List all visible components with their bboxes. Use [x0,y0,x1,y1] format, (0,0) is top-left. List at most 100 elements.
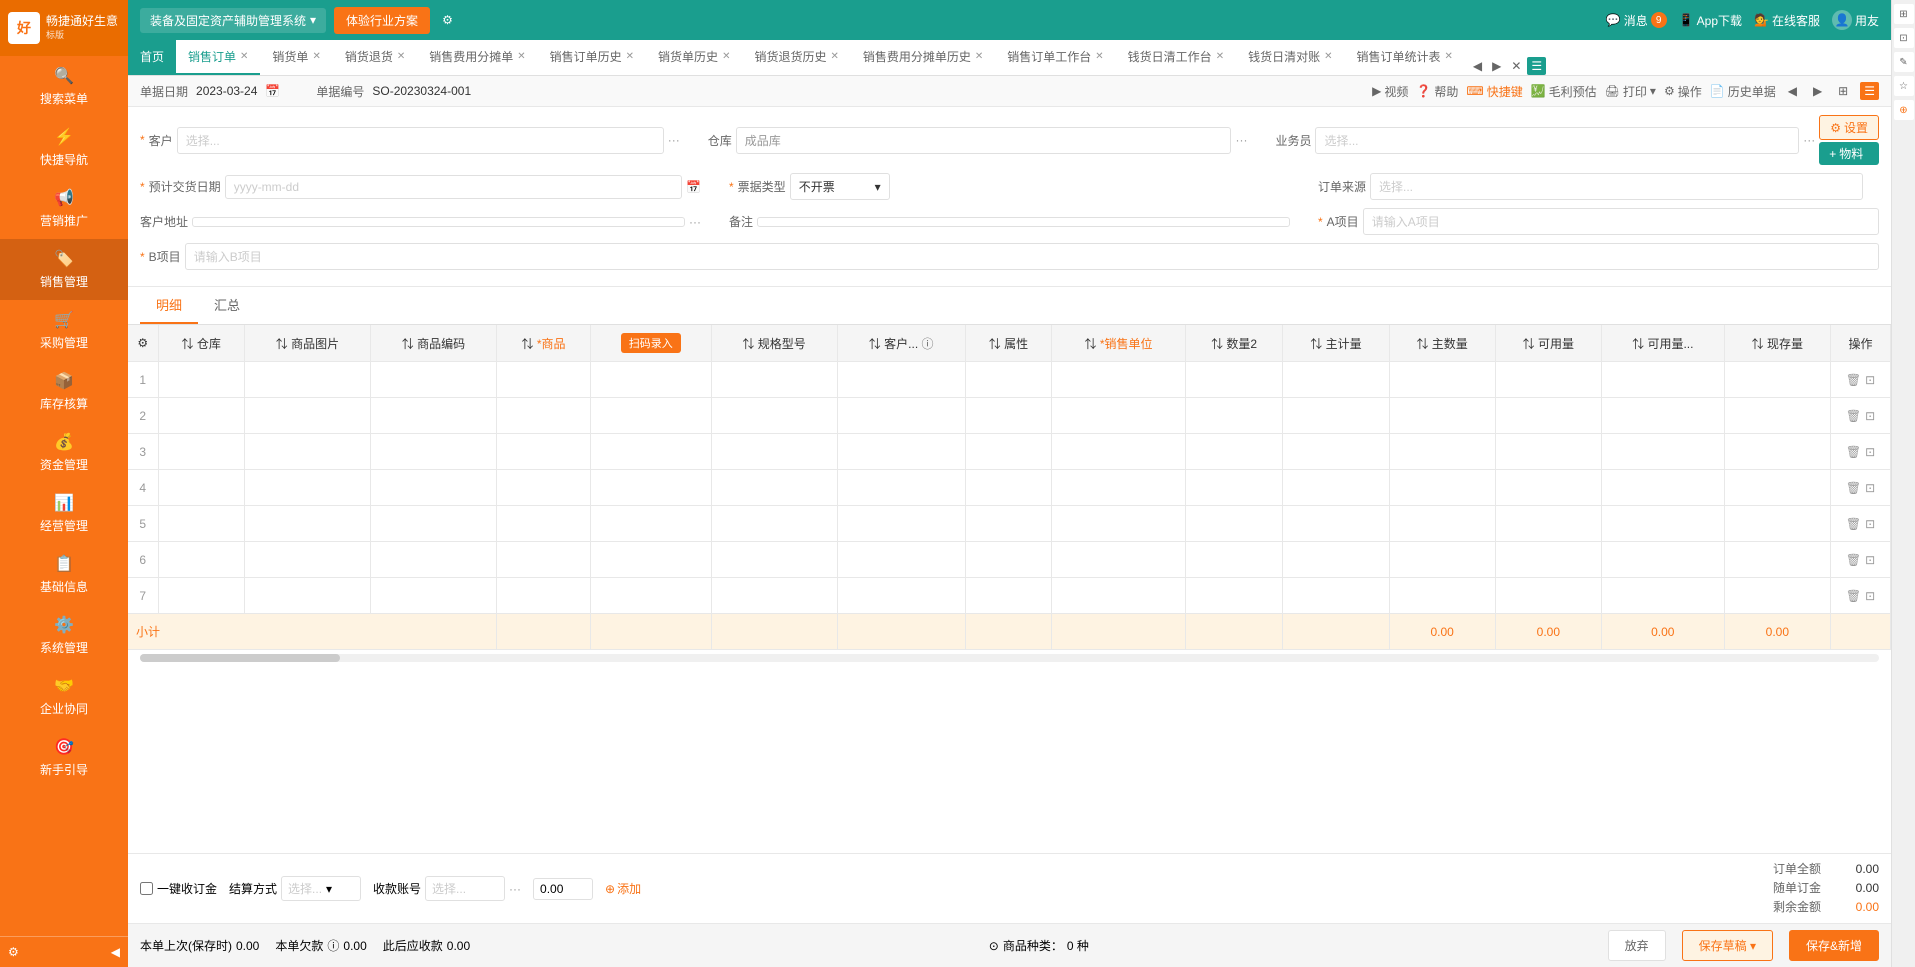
row-warehouse[interactable] [158,578,244,614]
row-qty2[interactable] [1185,362,1282,398]
collapse-icon[interactable]: ◀ [111,945,120,959]
payment-method-input[interactable]: 选择... ▾ [281,876,361,901]
delete-icon[interactable]: 🗑 [1846,409,1861,423]
right-panel-btn-4[interactable]: ☆ [1894,76,1914,96]
row-main-qty[interactable] [1389,362,1495,398]
row-spec[interactable] [711,470,837,506]
row-image[interactable] [244,398,370,434]
row-customer-code[interactable] [837,542,965,578]
order-source-input[interactable]: 选择... [1370,173,1863,200]
row-main-unit[interactable] [1283,434,1389,470]
copy-icon[interactable]: ⊡ [1865,517,1875,531]
salesman-input[interactable]: 选择... [1315,127,1799,154]
sidebar-item-system[interactable]: ⚙️ 系统管理 [0,605,128,666]
row-stock[interactable] [1724,398,1830,434]
scan-btn[interactable]: 扫码录入 [621,333,681,353]
row-available2[interactable] [1601,434,1724,470]
row-spec[interactable] [711,362,837,398]
row-qty2[interactable] [1185,506,1282,542]
row-available2[interactable] [1601,542,1724,578]
row-available2[interactable] [1601,470,1724,506]
row-stock[interactable] [1724,362,1830,398]
row-code[interactable] [370,470,496,506]
row-stock[interactable] [1724,542,1830,578]
tab-menu-icon[interactable]: ☰ [1527,57,1546,75]
sidebar-item-marketing[interactable]: 📢 营销推广 [0,178,128,239]
row-customer-code[interactable] [837,398,965,434]
tab-close-icon[interactable]: ✕ [1445,51,1453,62]
copy-icon[interactable]: ⊡ [1865,373,1875,387]
copy-icon[interactable]: ⊡ [1865,553,1875,567]
row-unit[interactable] [1052,470,1186,506]
row-available[interactable] [1495,362,1601,398]
remark-input[interactable] [757,217,1290,227]
one-click-checkbox[interactable]: 一键收订金 [140,880,217,897]
row-warehouse[interactable] [158,398,244,434]
tab-close-icon[interactable]: ✕ [830,51,838,62]
row-code[interactable] [370,398,496,434]
row-customer-code[interactable] [837,434,965,470]
shortcut-btn[interactable]: ⌨ 快捷键 [1466,83,1522,100]
tab-sales-workbench[interactable]: 销售订单工作台 ✕ [995,40,1115,75]
tab-close-icon[interactable]: ✕ [312,51,320,62]
row-product[interactable] [496,362,590,398]
row-unit[interactable] [1052,398,1186,434]
settings-gear-icon[interactable]: ⚙ [442,13,453,27]
a-project-input[interactable]: 请输入A项目 [1363,208,1879,235]
row-spec[interactable] [711,542,837,578]
row-product[interactable] [496,506,590,542]
tab-close-icon[interactable]: ✕ [975,51,983,62]
row-available[interactable] [1495,542,1601,578]
row-image[interactable] [244,434,370,470]
sidebar-item-sales[interactable]: 🏷️ 销售管理 [0,239,128,300]
delete-icon[interactable]: 🗑 [1846,517,1861,531]
row-stock[interactable] [1724,578,1830,614]
row-customer-code[interactable] [837,362,965,398]
row-attribute[interactable] [965,434,1051,470]
row-warehouse[interactable] [158,434,244,470]
row-unit[interactable] [1052,362,1186,398]
salesman-more-icon[interactable]: ··· [1803,133,1815,147]
row-warehouse[interactable] [158,470,244,506]
row-qty2[interactable] [1185,542,1282,578]
row-image[interactable] [244,578,370,614]
row-code[interactable] [370,506,496,542]
row-available2[interactable] [1601,362,1724,398]
b-project-input[interactable]: 请输入B项目 [185,243,1879,270]
col-scan[interactable]: 扫码录入 [591,325,711,362]
row-warehouse[interactable] [158,362,244,398]
profit-btn[interactable]: 💹 毛利预估 [1531,83,1597,100]
row-available[interactable] [1495,434,1601,470]
row-unit[interactable] [1052,506,1186,542]
row-image[interactable] [244,362,370,398]
row-stock[interactable] [1724,470,1830,506]
delete-icon[interactable]: 🗑 [1846,373,1861,387]
row-available[interactable] [1495,398,1601,434]
save-add-btn[interactable]: 保存&新增 [1789,930,1879,961]
right-panel-btn-3[interactable]: ✎ [1894,52,1914,72]
save-draft-btn[interactable]: 保存草稿 ▾ [1682,930,1773,961]
tab-sales-order-history[interactable]: 销售订单历史 ✕ [538,40,646,75]
address-more-icon[interactable]: ··· [689,215,701,229]
horizontal-scrollbar[interactable] [140,654,1879,662]
delivery-input[interactable]: yyyy-mm-dd [225,175,682,199]
row-image[interactable] [244,506,370,542]
row-main-qty[interactable] [1389,506,1495,542]
row-image[interactable] [244,542,370,578]
sidebar-item-quick-nav[interactable]: ⚡ 快捷导航 [0,117,128,178]
right-panel-btn-2[interactable]: ⊡ [1894,28,1914,48]
tab-sales-note-history[interactable]: 销货单历史 ✕ [646,40,742,75]
due-info-icon[interactable]: ⓘ [327,937,339,954]
help-btn[interactable]: ❓ 帮助 [1416,83,1458,100]
warehouse-input[interactable]: 成品库 [736,127,1232,154]
row-available2[interactable] [1601,398,1724,434]
tab-close-icon[interactable]: ✕ [397,51,405,62]
tab-daily-clear-workbench[interactable]: 钱货日清工作台 ✕ [1116,40,1236,75]
history-btn[interactable]: 📄 历史单据 [1710,83,1776,100]
tab-close-icon[interactable]: ✕ [626,51,634,62]
prev-record-icon[interactable]: ◀ [1784,82,1801,100]
delete-icon[interactable]: 🗑 [1846,589,1861,603]
copy-icon[interactable]: ⊡ [1865,589,1875,603]
row-code[interactable] [370,434,496,470]
tab-close-icon[interactable]: ✕ [1216,51,1224,62]
